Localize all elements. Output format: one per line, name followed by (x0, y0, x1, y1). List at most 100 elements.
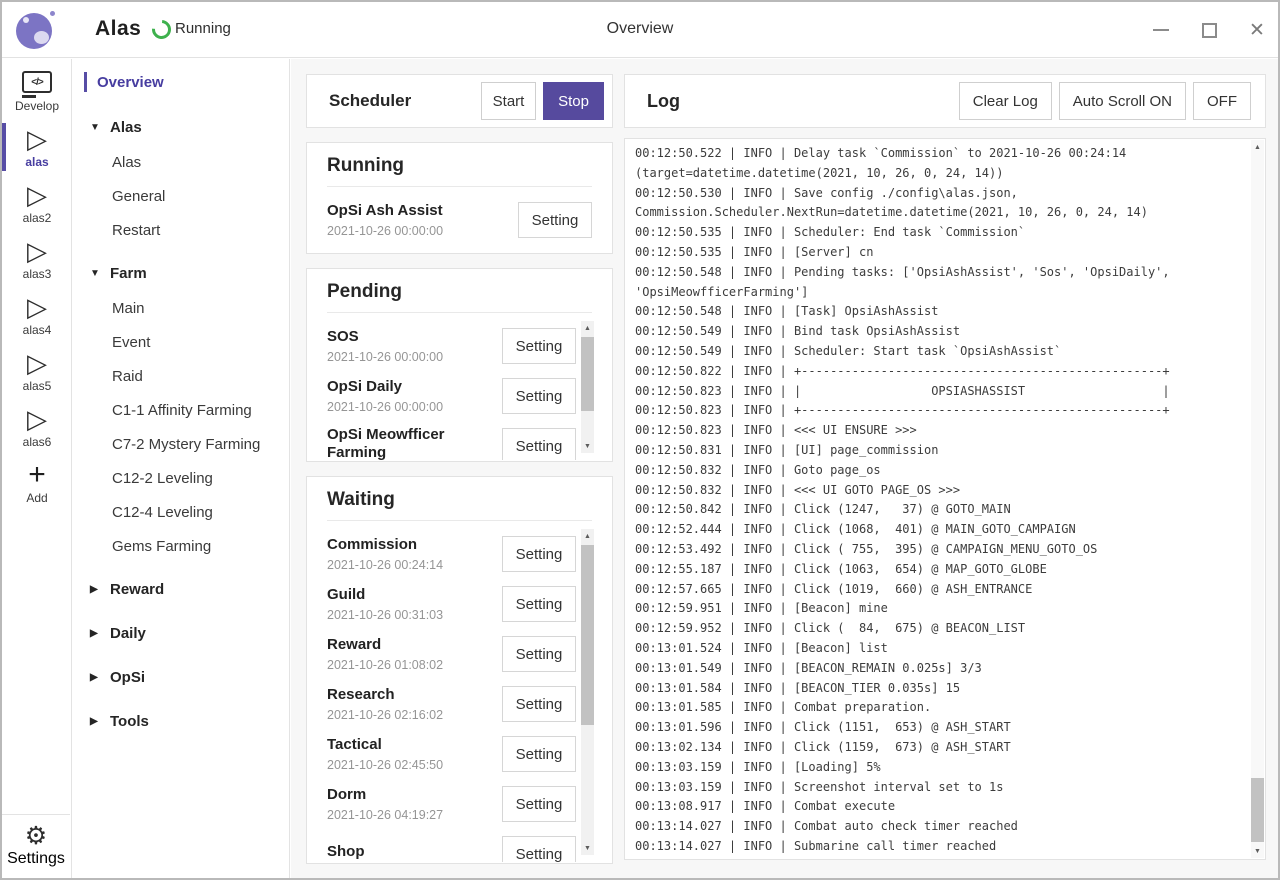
scroll-down-icon[interactable]: ▼ (1251, 844, 1264, 858)
waiting-panel-title: Waiting (327, 489, 592, 521)
setting-button[interactable]: Setting (502, 836, 576, 862)
task-row: OpSi Meowfficer Farming Setting (307, 421, 576, 460)
task-row: Guild 2021-10-26 00:31:03 Setting (307, 579, 576, 629)
task-row: Shop Setting (307, 829, 576, 862)
nav-item-label: C1-1 Affinity Farming (112, 402, 252, 419)
pending-task-list[interactable]: SOS 2021-10-26 00:00:00 Setting OpSi Dai… (307, 321, 576, 460)
scrollbar-thumb[interactable] (1251, 778, 1264, 842)
auto-scroll-on-button[interactable]: Auto Scroll ON (1059, 82, 1186, 120)
task-name: Tactical (327, 736, 487, 754)
minimize-button[interactable] (1150, 19, 1172, 41)
nav-item[interactable]: C12-4 Leveling (72, 495, 289, 529)
nav-item[interactable]: General (72, 179, 289, 213)
task-name: Guild (327, 586, 487, 604)
nav-item-label: Restart (112, 222, 160, 239)
rail-item-develop[interactable]: Develop (2, 59, 72, 119)
rail-item-settings[interactable]: ⚙ Settings (2, 814, 70, 878)
nav-item[interactable]: ▼ Farm (72, 255, 289, 291)
nav-item[interactable]: ▶ Reward (72, 571, 289, 607)
setting-button[interactable]: Setting (502, 536, 576, 572)
task-name: Shop (327, 843, 487, 861)
rail-item-instance[interactable]: ▷ alas4 (2, 287, 72, 343)
task-row: OpSi Daily 2021-10-26 00:00:00 Setting (307, 371, 576, 421)
task-next-run-time: 2021-10-26 00:00:00 (327, 350, 502, 364)
task-next-run-time: 2021-10-26 02:16:02 (327, 708, 502, 722)
clear-log-button[interactable]: Clear Log (959, 82, 1052, 120)
rail-item-instance[interactable]: ▷ alas (2, 119, 72, 175)
setting-button[interactable]: Setting (502, 378, 576, 414)
scroll-down-icon[interactable]: ▼ (581, 841, 594, 855)
rail-item-instance[interactable]: ▷ alas5 (2, 343, 72, 399)
nav-item-label: C12-2 Leveling (112, 470, 213, 487)
setting-button[interactable]: Setting (518, 202, 592, 238)
task-row: OpSi Ash Assist 2021-10-26 00:00:00 Sett… (307, 195, 612, 245)
setting-button[interactable]: Setting (502, 328, 576, 364)
scroll-down-icon[interactable]: ▼ (581, 439, 594, 453)
setting-button[interactable]: Setting (502, 736, 576, 772)
setting-button[interactable]: Setting (502, 428, 576, 460)
scroll-up-icon[interactable]: ▲ (1251, 140, 1264, 154)
nav-item[interactable]: ▶ Tools (72, 703, 289, 739)
setting-button[interactable]: Setting (502, 636, 576, 672)
expander-icon: ▼ (90, 268, 110, 279)
play-icon: ▷ (27, 348, 47, 378)
scrollbar-thumb[interactable] (581, 337, 594, 411)
nav-item[interactable]: ▶ OpSi (72, 659, 289, 695)
rail-item-instance[interactable]: ▷ alas6 (2, 399, 72, 455)
scroll-up-icon[interactable]: ▲ (581, 321, 594, 335)
close-button[interactable]: ✕ (1246, 19, 1268, 41)
task-row: Dorm 2021-10-26 04:19:27 Setting (307, 779, 576, 829)
nav-item[interactable]: Main (72, 291, 289, 325)
rail-item-add[interactable]: + Add (2, 455, 72, 511)
develop-icon (22, 71, 52, 98)
nav-item-label: OpSi (110, 669, 145, 686)
task-name: OpSi Daily (327, 378, 487, 396)
rail-item-label: alas2 (23, 211, 52, 225)
task-next-run-time: 2021-10-26 00:00:00 (327, 224, 518, 238)
rail-item-label: alas5 (23, 379, 52, 393)
nav-item[interactable]: ▶ Daily (72, 615, 289, 651)
nav-item[interactable]: ▼ Alas (72, 109, 289, 145)
nav-item[interactable]: Overview (72, 63, 289, 101)
scroll-up-icon[interactable]: ▲ (581, 529, 594, 543)
rail-item-instance[interactable]: ▷ alas2 (2, 175, 72, 231)
task-name: OpSi Meowfficer Farming (327, 426, 487, 460)
expander-icon: ▼ (90, 122, 110, 133)
nav-item[interactable]: Restart (72, 213, 289, 247)
log-scrollbar[interactable]: ▲ ▼ (1251, 140, 1264, 858)
rail-item-label: Add (26, 491, 47, 505)
nav-item-label: General (112, 188, 165, 205)
stop-button[interactable]: Stop (543, 82, 604, 120)
setting-button[interactable]: Setting (502, 586, 576, 622)
auto-scroll-off-button[interactable]: OFF (1193, 82, 1251, 120)
task-next-run-time: 2021-10-26 02:45:50 (327, 758, 502, 772)
nav-item[interactable]: C1-1 Affinity Farming (72, 393, 289, 427)
maximize-button[interactable] (1198, 19, 1220, 41)
task-row: SOS 2021-10-26 00:00:00 Setting (307, 321, 576, 371)
nav-item-label: Daily (110, 625, 146, 642)
nav-item[interactable]: Event (72, 325, 289, 359)
nav-item[interactable]: Raid (72, 359, 289, 393)
expander-icon: ▶ (90, 628, 110, 639)
task-row: Research 2021-10-26 02:16:02 Setting (307, 679, 576, 729)
rail-item-instance[interactable]: ▷ alas3 (2, 231, 72, 287)
scrollbar-thumb[interactable] (581, 545, 594, 725)
task-next-run-time: 2021-10-26 00:00:00 (327, 400, 502, 414)
nav-item[interactable]: Alas (72, 145, 289, 179)
setting-button[interactable]: Setting (502, 686, 576, 722)
nav-item[interactable]: C12-2 Leveling (72, 461, 289, 495)
task-row: Reward 2021-10-26 01:08:02 Setting (307, 629, 576, 679)
waiting-task-list[interactable]: Commission 2021-10-26 00:24:14 Setting G… (307, 529, 576, 862)
nav-item-label: Alas (112, 154, 141, 171)
minimize-icon (1153, 29, 1169, 31)
setting-button[interactable]: Setting (502, 786, 576, 822)
task-name: SOS (327, 328, 487, 346)
pending-scrollbar[interactable]: ▲ ▼ (581, 321, 594, 453)
start-button[interactable]: Start (481, 82, 536, 120)
waiting-scrollbar[interactable]: ▲ ▼ (581, 529, 594, 855)
nav-item-label: Farm (110, 265, 147, 282)
nav-item[interactable]: Gems Farming (72, 529, 289, 563)
log-output[interactable]: 00:12:50.522 | INFO | Delay task `Commis… (635, 144, 1241, 854)
gear-icon: ⚙ (25, 823, 47, 850)
nav-item[interactable]: C7-2 Mystery Farming (72, 427, 289, 461)
